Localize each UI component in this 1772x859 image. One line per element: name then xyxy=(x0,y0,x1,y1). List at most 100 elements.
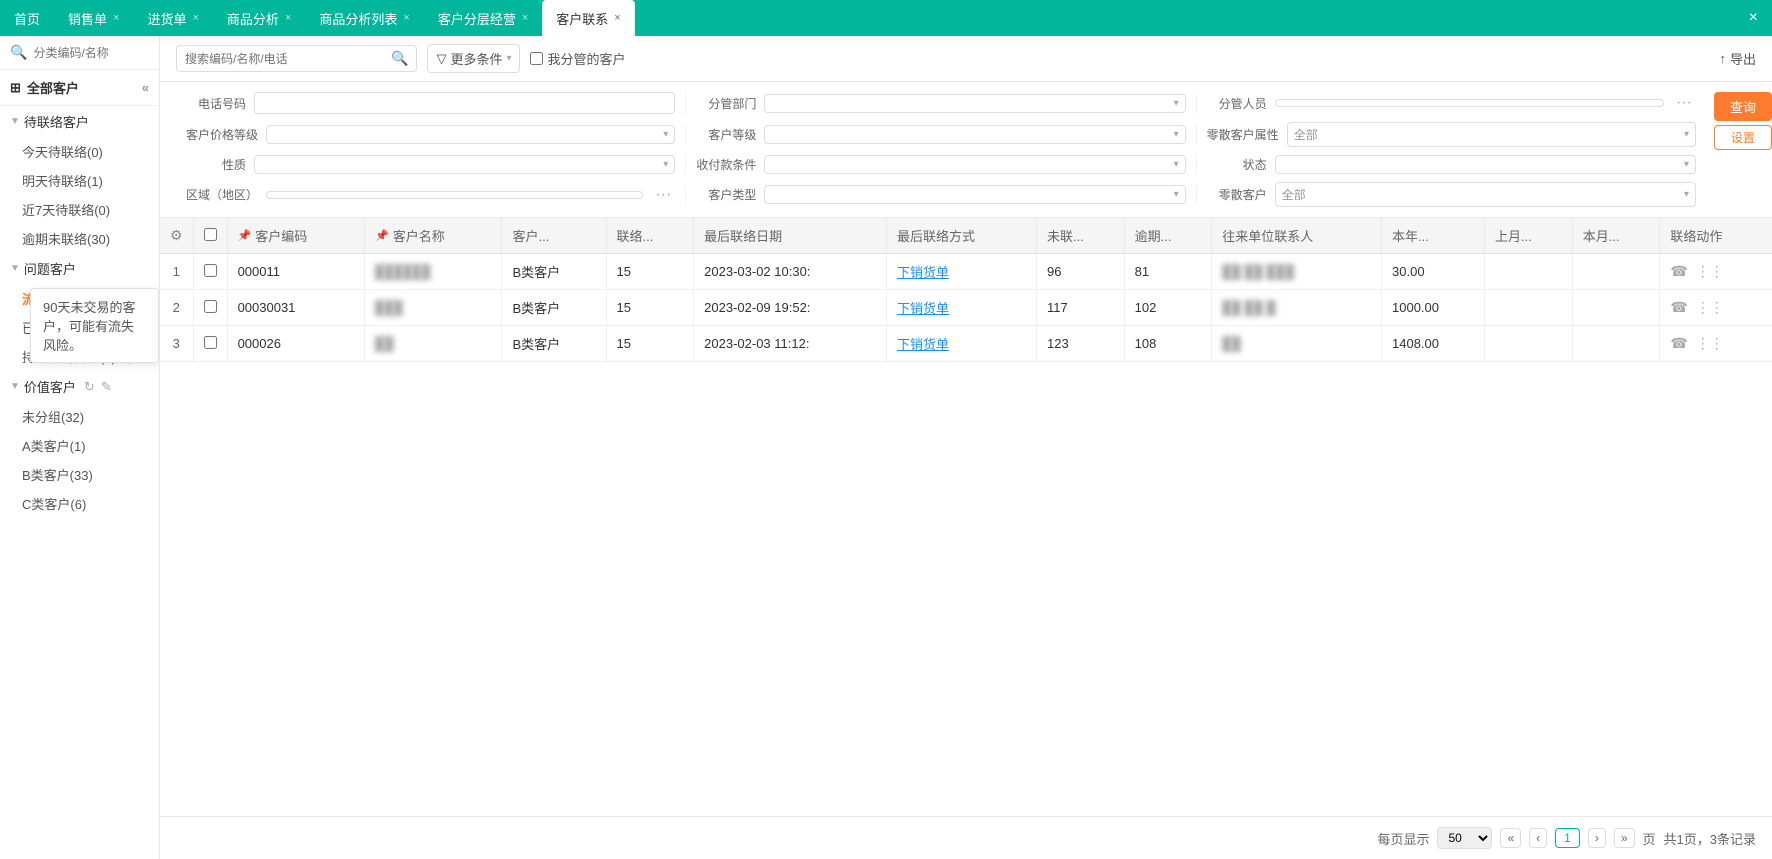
row3-last-date: 2023-02-03 11:12: xyxy=(694,326,887,362)
tab-sales[interactable]: 销售单 × xyxy=(54,0,133,36)
row3-unlinked: 123 xyxy=(1037,326,1125,362)
row2-this-year: 1000.00 xyxy=(1382,290,1485,326)
group-value-label: 价值客户 xyxy=(24,377,76,396)
row3-contact-icon[interactable]: ☎ xyxy=(1670,335,1687,352)
sidebar-search-icon: 🔍 xyxy=(10,44,27,61)
sidebar-item-today-pending[interactable]: 今天待联络(0) xyxy=(0,137,159,166)
person-dots-icon[interactable]: ··· xyxy=(1672,94,1696,112)
filter-arrow-icon: ▾ xyxy=(506,53,511,64)
export-icon: ↑ xyxy=(1719,51,1726,66)
row3-more-icon[interactable]: ⋮⋮ xyxy=(1696,335,1724,352)
row1-checkbox[interactable] xyxy=(204,264,217,277)
sidebar-root-label: 全部客户 xyxy=(27,78,79,97)
my-customer-checkbox-label[interactable]: 我分管的客户 xyxy=(530,49,625,68)
filter-select-dept[interactable]: ▾ xyxy=(764,94,1185,113)
filter-select-region[interactable] xyxy=(266,191,643,199)
filter-select-retail[interactable]: 全部 ▾ xyxy=(1275,182,1696,207)
filter-cell-region: 区域（地区） ··· xyxy=(176,186,686,204)
sidebar-item-ungroup[interactable]: 未分组(32) xyxy=(0,402,159,431)
sidebar-item-overdue-pending[interactable]: 逾期未联络(30) xyxy=(0,224,159,253)
grade-arrow-icon: ▾ xyxy=(1174,129,1179,140)
group-value[interactable]: ▼ 价值客户 ↻ ✎ xyxy=(0,371,159,402)
tab-customer-tier[interactable]: 客户分层经营 × xyxy=(424,0,542,36)
value-edit-icon[interactable]: ✎ xyxy=(101,379,112,395)
filter-label-status: 状态 xyxy=(1207,156,1267,173)
row3-contact: 15 xyxy=(606,326,694,362)
table-settings-icon[interactable]: ⚙ xyxy=(170,227,183,243)
close-sales-icon[interactable]: × xyxy=(113,12,119,24)
filter-select-person[interactable] xyxy=(1275,99,1664,107)
tab-customer-contact[interactable]: 客户联系 × xyxy=(542,0,634,36)
filter-select-customer-type[interactable]: ▾ xyxy=(764,185,1185,204)
close-purchase-icon[interactable]: × xyxy=(192,12,198,24)
filter-input-phone[interactable] xyxy=(254,92,675,114)
window-close-button[interactable]: × xyxy=(1735,0,1772,36)
settings-button[interactable]: 设置 xyxy=(1714,125,1772,150)
filter-cell-status: 状态 ▾ xyxy=(1197,155,1706,174)
row2-checkbox[interactable] xyxy=(204,300,217,313)
next-page-button[interactable]: › xyxy=(1588,828,1606,848)
table-body: 1 000011 ██████ B类客户 xyxy=(160,254,1772,362)
filter-cell-price-level: 客户价格等级 ▾ xyxy=(176,125,686,144)
sidebar-collapse-icon[interactable]: « xyxy=(142,80,149,95)
tab-purchase[interactable]: 进货单 × xyxy=(133,0,212,36)
arrow-value-icon: ▼ xyxy=(10,381,20,392)
last-page-button[interactable]: » xyxy=(1614,828,1635,848)
sidebar-item-a-class[interactable]: A类客户(1) xyxy=(0,431,159,460)
select-all-checkbox[interactable] xyxy=(204,228,217,241)
sidebar-root[interactable]: ⊞ 全部客户 « xyxy=(0,70,159,106)
filter-cell-phone: 电话号码 xyxy=(176,92,686,114)
filter-select-grade[interactable]: ▾ xyxy=(764,125,1185,144)
my-customer-checkbox[interactable] xyxy=(530,52,543,65)
region-dots-icon[interactable]: ··· xyxy=(651,186,675,204)
row3-checkbox[interactable] xyxy=(204,336,217,349)
sidebar-item-week-pending[interactable]: 近7天待联络(0) xyxy=(0,195,159,224)
row1-contact-icon[interactable]: ☎ xyxy=(1670,263,1687,280)
th-settings: ⚙ xyxy=(160,218,193,254)
filter-row-3: 性质 ▾ 收付款条件 ▾ 状态 xyxy=(176,155,1706,174)
filter-label-customer-type: 客户类型 xyxy=(696,186,756,203)
close-goods-analysis-icon[interactable]: × xyxy=(285,12,291,24)
filter-select-nature[interactable]: ▾ xyxy=(254,155,675,174)
group-pending[interactable]: ▼ 待联络客户 xyxy=(0,106,159,137)
row1-checkbox-cell xyxy=(193,254,227,290)
filter-select-status[interactable]: ▾ xyxy=(1275,155,1696,174)
row1-more-icon[interactable]: ⋮⋮ xyxy=(1696,263,1724,280)
filter-select-price-level[interactable]: ▾ xyxy=(266,125,675,144)
more-conditions-button[interactable]: ▽ 更多条件 ▾ xyxy=(427,44,520,73)
sidebar-item-b-class[interactable]: B类客户(33) xyxy=(0,460,159,489)
value-refresh-icon[interactable]: ↻ xyxy=(84,379,95,395)
export-button[interactable]: ↑ 导出 xyxy=(1719,49,1756,68)
page-size-select[interactable]: 50 20 100 xyxy=(1437,827,1492,849)
close-customer-tier-icon[interactable]: × xyxy=(522,12,528,24)
row1-actions: ☎ ⋮⋮ xyxy=(1660,254,1772,290)
query-button[interactable]: 查询 xyxy=(1714,92,1772,121)
total-info: 共1页，3条记录 xyxy=(1664,829,1756,848)
sidebar-item-c-class[interactable]: C类客户(6) xyxy=(0,489,159,518)
row2-overdue: 102 xyxy=(1124,290,1212,326)
filter-select-retail-attr[interactable]: 全部 ▾ xyxy=(1287,122,1696,147)
filter-cell-customer-type: 客户类型 ▾ xyxy=(686,185,1196,204)
row2-more-icon[interactable]: ⋮⋮ xyxy=(1696,299,1724,316)
pagination-bar: 每页显示 50 20 100 « ‹ 1 › » 页 共1页，3条记录 xyxy=(160,816,1772,859)
sidebar-search-area: 🔍 xyxy=(0,36,159,70)
tab-goods-analysis[interactable]: 商品分析 × xyxy=(213,0,305,36)
row2-contact-icon[interactable]: ☎ xyxy=(1670,299,1687,316)
dept-arrow-icon: ▾ xyxy=(1174,98,1179,109)
sidebar-search-input[interactable] xyxy=(33,46,160,60)
group-problem[interactable]: ▼ 问题客户 xyxy=(0,253,159,284)
tab-goods-list[interactable]: 商品分析列表 × xyxy=(305,0,423,36)
close-customer-contact-icon[interactable]: × xyxy=(614,12,620,24)
first-page-button[interactable]: « xyxy=(1500,828,1521,848)
retail-arrow-icon: ▾ xyxy=(1684,189,1689,200)
prev-page-button[interactable]: ‹ xyxy=(1529,828,1547,848)
current-page-num: 1 xyxy=(1555,828,1580,848)
sidebar-item-tomorrow-pending[interactable]: 明天待联络(1) xyxy=(0,166,159,195)
search-submit-icon[interactable]: 🔍 xyxy=(391,50,408,67)
grid-icon: ⊞ xyxy=(10,80,21,96)
filter-select-payment[interactable]: ▾ xyxy=(764,155,1185,174)
close-goods-list-icon[interactable]: × xyxy=(403,12,409,24)
search-input[interactable] xyxy=(185,52,385,66)
tab-home[interactable]: 首页 xyxy=(0,0,54,36)
page-size-label: 每页显示 xyxy=(1377,829,1429,848)
